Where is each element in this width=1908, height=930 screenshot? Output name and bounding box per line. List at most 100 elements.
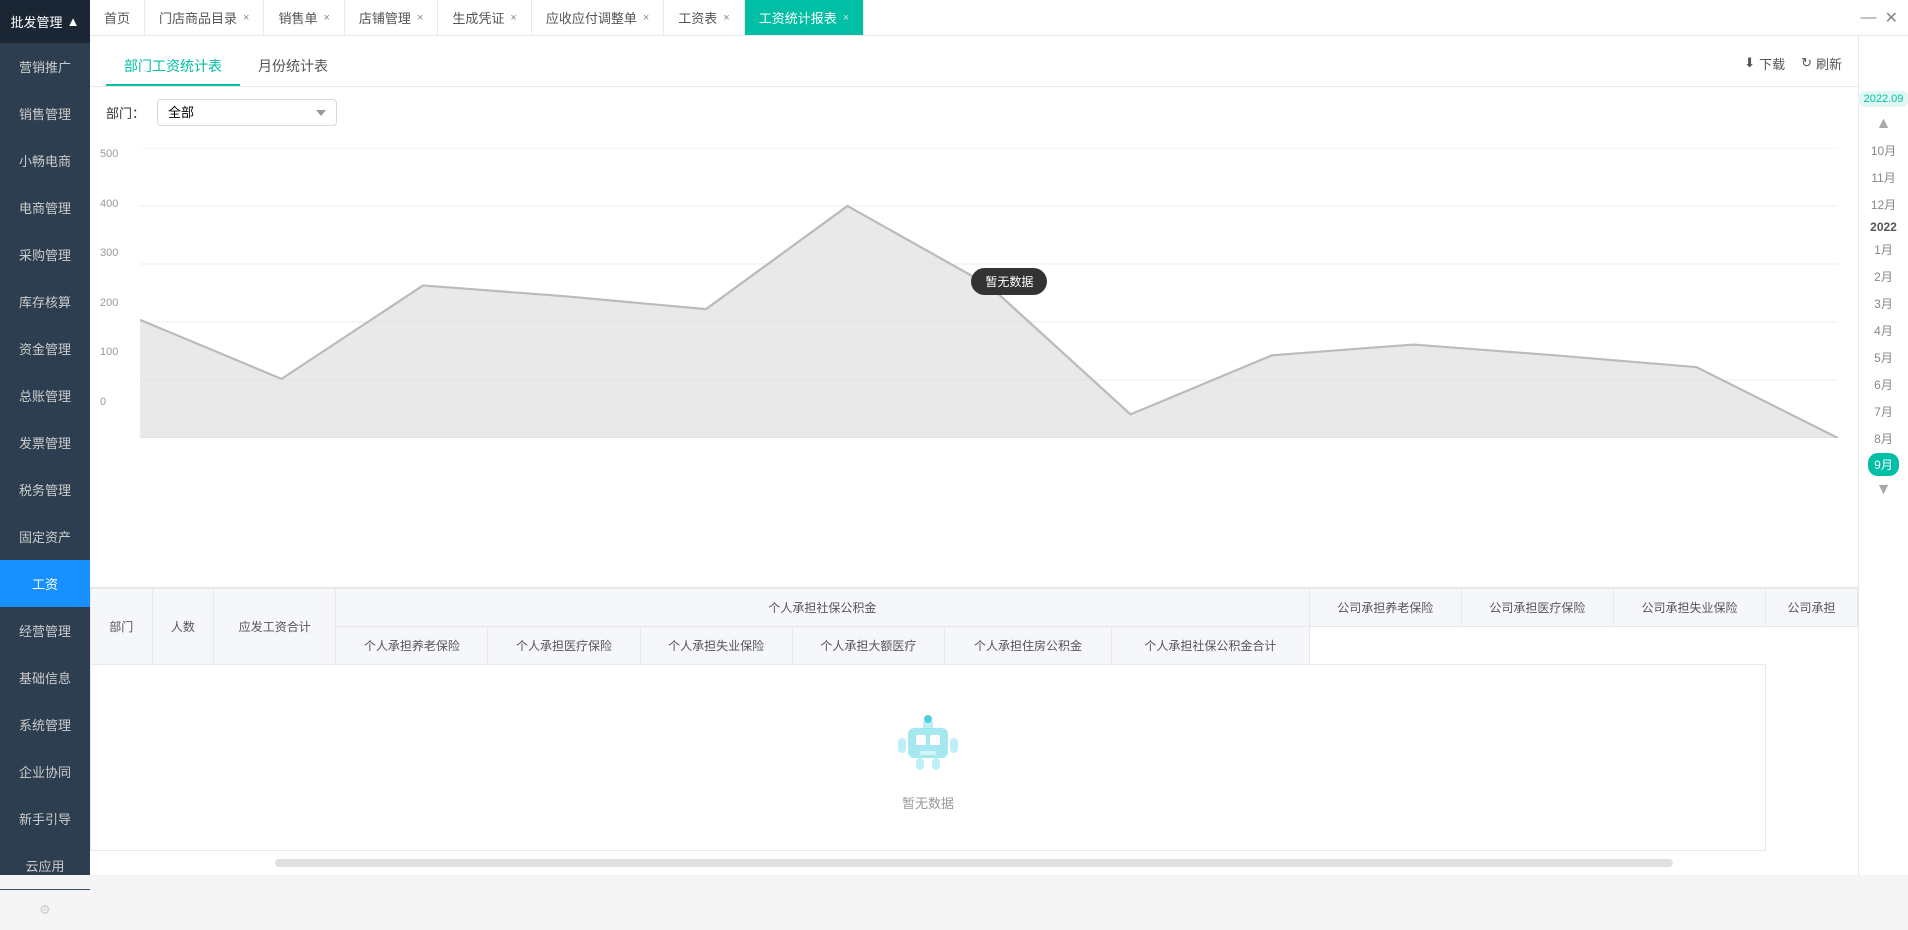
timeline-month-10[interactable]: 10月 <box>1859 137 1908 164</box>
refresh-button[interactable]: ↻ 刷新 <box>1801 54 1842 73</box>
tab-store-products-label: 门店商品目录 <box>159 8 237 27</box>
y-label-400: 400 <box>100 198 118 210</box>
sidebar-item-sales[interactable]: 销售管理 <box>0 90 90 137</box>
timeline-month-6[interactable]: 6月 <box>1859 371 1908 398</box>
filter-dept-select[interactable]: 全部 <box>157 99 337 126</box>
download-icon: ⬇ <box>1744 55 1755 71</box>
gear-icon: ⚙ <box>39 902 51 917</box>
sidebar-item-cloud[interactable]: 云应用 <box>0 842 90 889</box>
y-label-0: 0 <box>100 396 118 408</box>
tab-store-products[interactable]: 门店商品目录 × <box>145 0 264 35</box>
col-group-personal: 个人承担社保公积金 <box>336 589 1309 627</box>
timeline-month-9[interactable]: 9月 <box>1868 453 1899 476</box>
table-wrapper: 部门 人数 应发工资合计 个人承担社保公积金 公司承担养老保险 公司承担医疗保险… <box>90 587 1858 875</box>
timeline-nav-up[interactable] <box>1876 111 1892 137</box>
tab-payroll-report-label: 工资统计报表 <box>759 8 837 27</box>
y-label-200: 200 <box>100 297 118 309</box>
sidebar-collapse-icon[interactable]: ▲ <box>67 14 80 29</box>
sidebar-item-assets[interactable]: 固定资产 <box>0 513 90 560</box>
tab-voucher[interactable]: 生成凭证 × <box>438 0 531 35</box>
timeline-month-2[interactable]: 2月 <box>1859 263 1908 290</box>
timeline-month-7[interactable]: 7月 <box>1859 398 1908 425</box>
window-close-icon[interactable]: ✕ <box>1885 8 1898 28</box>
col-personal-pension: 个人承担养老保险 <box>336 627 488 665</box>
sidebar-item-ledger[interactable]: 总账管理 <box>0 372 90 419</box>
tab-payslip-close[interactable]: × <box>723 12 729 24</box>
sidebar-item-operations[interactable]: 经营管理 <box>0 607 90 654</box>
sidebar-item-ecom-small[interactable]: 小畅电商 <box>0 137 90 184</box>
col-gross: 应发工资合计 <box>214 589 336 665</box>
tab-bar: 首页 门店商品目录 × 销售单 × 店铺管理 × 生成凭证 × 应收应付调整单 … <box>90 0 1908 36</box>
col-personal-medical: 个人承担医疗保险 <box>488 627 640 665</box>
sidebar-item-finance[interactable]: 资金管理 <box>0 325 90 372</box>
timeline-month-4[interactable]: 4月 <box>1859 317 1908 344</box>
sidebar-item-tax[interactable]: 税务管理 <box>0 466 90 513</box>
timeline-month-12[interactable]: 12月 <box>1859 191 1908 218</box>
sidebar-title: 批发管理 <box>11 12 63 31</box>
sidebar-item-marketing[interactable]: 营销推广 <box>0 43 90 90</box>
timeline-sidebar: 2022.09 10月 11月 12月 2022 1月 2月 3月 4月 <box>1858 36 1908 875</box>
col-dept: 部门 <box>91 589 153 665</box>
sidebar-item-basic[interactable]: 基础信息 <box>0 654 90 701</box>
refresh-icon: ↻ <box>1801 55 1812 71</box>
content-area: 部门工资统计表 月份统计表 ⬇ 下载 ↻ 刷新 <box>90 36 1908 875</box>
sidebar-item-guide[interactable]: 新手引导 <box>0 795 90 842</box>
tab-sales-label: 销售单 <box>278 8 317 27</box>
table-scrollbar[interactable] <box>275 859 1673 867</box>
timeline-month-8[interactable]: 8月 <box>1859 425 1908 452</box>
empty-row: 暂无数据 <box>91 665 1858 851</box>
filter-dept-label: 部门： <box>106 103 145 122</box>
timeline-month-11[interactable]: 11月 <box>1859 164 1908 191</box>
sidebar-item-payroll[interactable]: 工资 <box>0 560 90 607</box>
sidebar-settings[interactable]: ⚙ <box>0 889 90 930</box>
sidebar-item-inventory[interactable]: 库存核算 <box>0 278 90 325</box>
robot-icon <box>888 703 968 783</box>
tab-sales[interactable]: 销售单 × <box>264 0 344 35</box>
empty-state: 暂无数据 <box>103 673 1753 842</box>
sub-tab-bar: 部门工资统计表 月份统计表 ⬇ 下载 ↻ 刷新 <box>90 36 1858 87</box>
tab-store-mgmt-close[interactable]: × <box>417 12 423 24</box>
tab-home-label: 首页 <box>104 8 130 27</box>
payroll-table: 部门 人数 应发工资合计 个人承担社保公积金 公司承担养老保险 公司承担医疗保险… <box>90 588 1858 851</box>
sidebar-item-system[interactable]: 系统管理 <box>0 701 90 748</box>
y-label-500: 500 <box>100 148 118 160</box>
col-personal-major-medical: 个人承担大额医疗 <box>792 627 944 665</box>
col-count: 人数 <box>152 589 214 665</box>
timeline-month-1[interactable]: 1月 <box>1859 236 1908 263</box>
timeline-current-badge[interactable]: 2022.09 <box>1858 91 1908 107</box>
tab-ar-ap[interactable]: 应收应付调整单 × <box>532 0 664 35</box>
timeline-month-5[interactable]: 5月 <box>1859 344 1908 371</box>
sub-tab-dept[interactable]: 部门工资统计表 <box>106 48 240 86</box>
sidebar-item-purchase[interactable]: 采购管理 <box>0 231 90 278</box>
sidebar-item-ecom[interactable]: 电商管理 <box>0 184 90 231</box>
minimize-icon[interactable]: — <box>1861 9 1877 27</box>
sidebar-item-collab[interactable]: 企业协同 <box>0 748 90 795</box>
col-company-pension: 公司承担养老保险 <box>1309 589 1461 627</box>
tab-ar-ap-close[interactable]: × <box>643 12 649 24</box>
col-company-other: 公司承担 <box>1766 589 1858 627</box>
sidebar-item-invoice[interactable]: 发票管理 <box>0 419 90 466</box>
timeline-nav-down[interactable] <box>1876 477 1892 503</box>
tab-voucher-close[interactable]: × <box>510 12 516 24</box>
col-personal-unemployment: 个人承担失业保险 <box>640 627 792 665</box>
sub-tab-monthly[interactable]: 月份统计表 <box>240 48 346 86</box>
col-company-medical: 公司承担医疗保险 <box>1461 589 1613 627</box>
filter-bar: 部门： 全部 <box>90 87 1858 138</box>
tab-sales-close[interactable]: × <box>323 12 329 24</box>
page-content: 部门工资统计表 月份统计表 ⬇ 下载 ↻ 刷新 <box>90 36 1858 875</box>
y-label-100: 100 <box>100 346 118 358</box>
download-button[interactable]: ⬇ 下载 <box>1744 54 1785 73</box>
timeline-month-3[interactable]: 3月 <box>1859 290 1908 317</box>
tab-store-products-close[interactable]: × <box>243 12 249 24</box>
tab-payslip-label: 工资表 <box>678 8 717 27</box>
tab-payroll-report-close[interactable]: × <box>843 12 849 24</box>
tab-payslip[interactable]: 工资表 × <box>664 0 744 35</box>
sidebar-header[interactable]: 批发管理 ▲ <box>0 0 90 43</box>
tab-home[interactable]: 首页 <box>90 0 145 35</box>
timeline-year-2022: 2022 <box>1870 218 1897 236</box>
tab-payroll-report[interactable]: 工资统计报表 × <box>745 0 864 35</box>
tab-store-mgmt-label: 店铺管理 <box>359 8 411 27</box>
tab-store-mgmt[interactable]: 店铺管理 × <box>345 0 438 35</box>
tab-ar-ap-label: 应收应付调整单 <box>546 8 637 27</box>
col-personal-total: 个人承担社保公积金合计 <box>1112 627 1309 665</box>
